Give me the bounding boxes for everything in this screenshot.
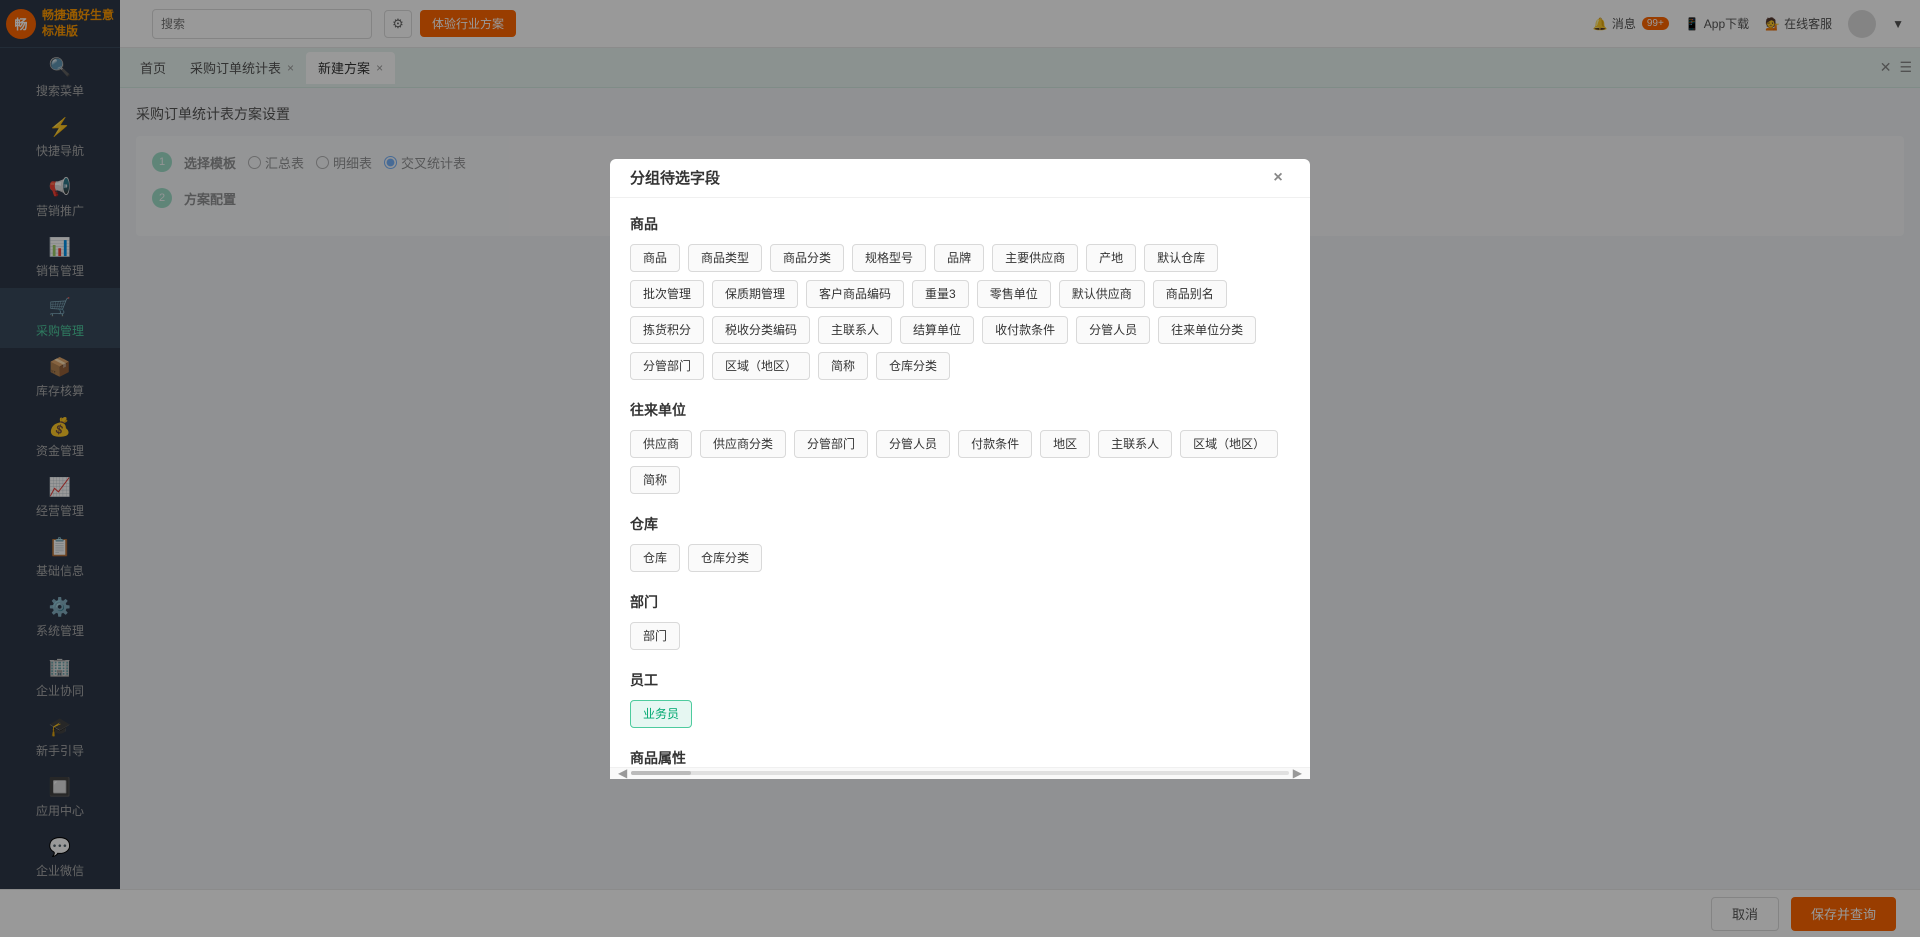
tag-partner-2[interactable]: 分管部门 (794, 430, 868, 458)
section-employee-title: 员工 (630, 670, 1290, 690)
modal-horizontal-scrollbar[interactable]: ◀ ▶ (610, 767, 1310, 779)
modal-title: 分组待选字段 (630, 167, 720, 188)
tag-goods-14[interactable]: 商品别名 (1153, 280, 1227, 308)
tag-goods-0[interactable]: 商品 (630, 244, 680, 272)
section-product-attr-title: 商品属性 (630, 748, 1290, 767)
section-partner: 往来单位 供应商 供应商分类 分管部门 分管人员 付款条件 地区 主联系人 区域… (630, 400, 1290, 494)
section-warehouse: 仓库 仓库 仓库分类 (630, 514, 1290, 572)
tag-partner-7[interactable]: 区域（地区） (1180, 430, 1278, 458)
tag-goods-11[interactable]: 重量3 (912, 280, 969, 308)
tag-goods-1[interactable]: 商品类型 (688, 244, 762, 272)
tag-warehouse-0[interactable]: 仓库 (630, 544, 680, 572)
tag-partner-6[interactable]: 主联系人 (1098, 430, 1172, 458)
tag-goods-2[interactable]: 商品分类 (770, 244, 844, 272)
modal-body[interactable]: 商品 商品 商品类型 商品分类 规格型号 品牌 主要供应商 产地 默认仓库 批次… (610, 198, 1310, 767)
section-employee: 员工 业务员 (630, 670, 1290, 728)
tag-partner-8[interactable]: 简称 (630, 466, 680, 494)
modal-dialog: 分组待选字段 × 商品 商品 商品类型 商品分类 规格型号 品牌 主要供应商 产… (610, 159, 1310, 779)
section-department: 部门 部门 (630, 592, 1290, 650)
section-department-title: 部门 (630, 592, 1290, 612)
tag-goods-20[interactable]: 分管人员 (1076, 316, 1150, 344)
tag-goods-7[interactable]: 默认仓库 (1144, 244, 1218, 272)
tag-partner-1[interactable]: 供应商分类 (700, 430, 786, 458)
tag-goods-12[interactable]: 零售单位 (977, 280, 1051, 308)
scroll-track (631, 771, 1289, 775)
section-warehouse-tags: 仓库 仓库分类 (630, 544, 1290, 572)
tag-goods-25[interactable]: 仓库分类 (876, 352, 950, 380)
scroll-left-arrow[interactable]: ◀ (614, 766, 631, 780)
tag-goods-10[interactable]: 客户商品编码 (806, 280, 904, 308)
section-partner-title: 往来单位 (630, 400, 1290, 420)
section-product-attr: 商品属性 属性 颜色 多规格 尺码 鞋码 1 (630, 748, 1290, 767)
tag-partner-0[interactable]: 供应商 (630, 430, 692, 458)
tag-goods-17[interactable]: 主联系人 (818, 316, 892, 344)
tag-partner-5[interactable]: 地区 (1040, 430, 1090, 458)
tag-goods-5[interactable]: 主要供应商 (992, 244, 1078, 272)
tag-goods-18[interactable]: 结算单位 (900, 316, 974, 344)
tag-partner-3[interactable]: 分管人员 (876, 430, 950, 458)
tag-goods-4[interactable]: 品牌 (934, 244, 984, 272)
section-partner-tags: 供应商 供应商分类 分管部门 分管人员 付款条件 地区 主联系人 区域（地区） … (630, 430, 1290, 494)
section-department-tags: 部门 (630, 622, 1290, 650)
tag-goods-19[interactable]: 收付款条件 (982, 316, 1068, 344)
section-warehouse-title: 仓库 (630, 514, 1290, 534)
tag-goods-8[interactable]: 批次管理 (630, 280, 704, 308)
section-goods-title: 商品 (630, 214, 1290, 234)
section-goods: 商品 商品 商品类型 商品分类 规格型号 品牌 主要供应商 产地 默认仓库 批次… (630, 214, 1290, 380)
scroll-thumb[interactable] (631, 771, 691, 775)
tag-goods-23[interactable]: 区域（地区） (712, 352, 810, 380)
modal-overlay: 分组待选字段 × 商品 商品 商品类型 商品分类 规格型号 品牌 主要供应商 产… (0, 0, 1920, 937)
modal-close-btn[interactable]: × (1266, 166, 1290, 190)
tag-goods-3[interactable]: 规格型号 (852, 244, 926, 272)
modal-header: 分组待选字段 × (610, 159, 1310, 198)
tag-goods-21[interactable]: 往来单位分类 (1158, 316, 1256, 344)
tag-goods-9[interactable]: 保质期管理 (712, 280, 798, 308)
tag-goods-16[interactable]: 税收分类编码 (712, 316, 810, 344)
tag-goods-6[interactable]: 产地 (1086, 244, 1136, 272)
section-employee-tags: 业务员 (630, 700, 1290, 728)
scroll-right-arrow[interactable]: ▶ (1289, 766, 1306, 780)
tag-warehouse-1[interactable]: 仓库分类 (688, 544, 762, 572)
tag-goods-13[interactable]: 默认供应商 (1059, 280, 1145, 308)
tag-goods-22[interactable]: 分管部门 (630, 352, 704, 380)
section-goods-tags: 商品 商品类型 商品分类 规格型号 品牌 主要供应商 产地 默认仓库 批次管理 … (630, 244, 1290, 380)
tag-employee-0[interactable]: 业务员 (630, 700, 692, 728)
tag-partner-4[interactable]: 付款条件 (958, 430, 1032, 458)
tag-goods-15[interactable]: 拣货积分 (630, 316, 704, 344)
tag-department-0[interactable]: 部门 (630, 622, 680, 650)
tag-goods-24[interactable]: 简称 (818, 352, 868, 380)
